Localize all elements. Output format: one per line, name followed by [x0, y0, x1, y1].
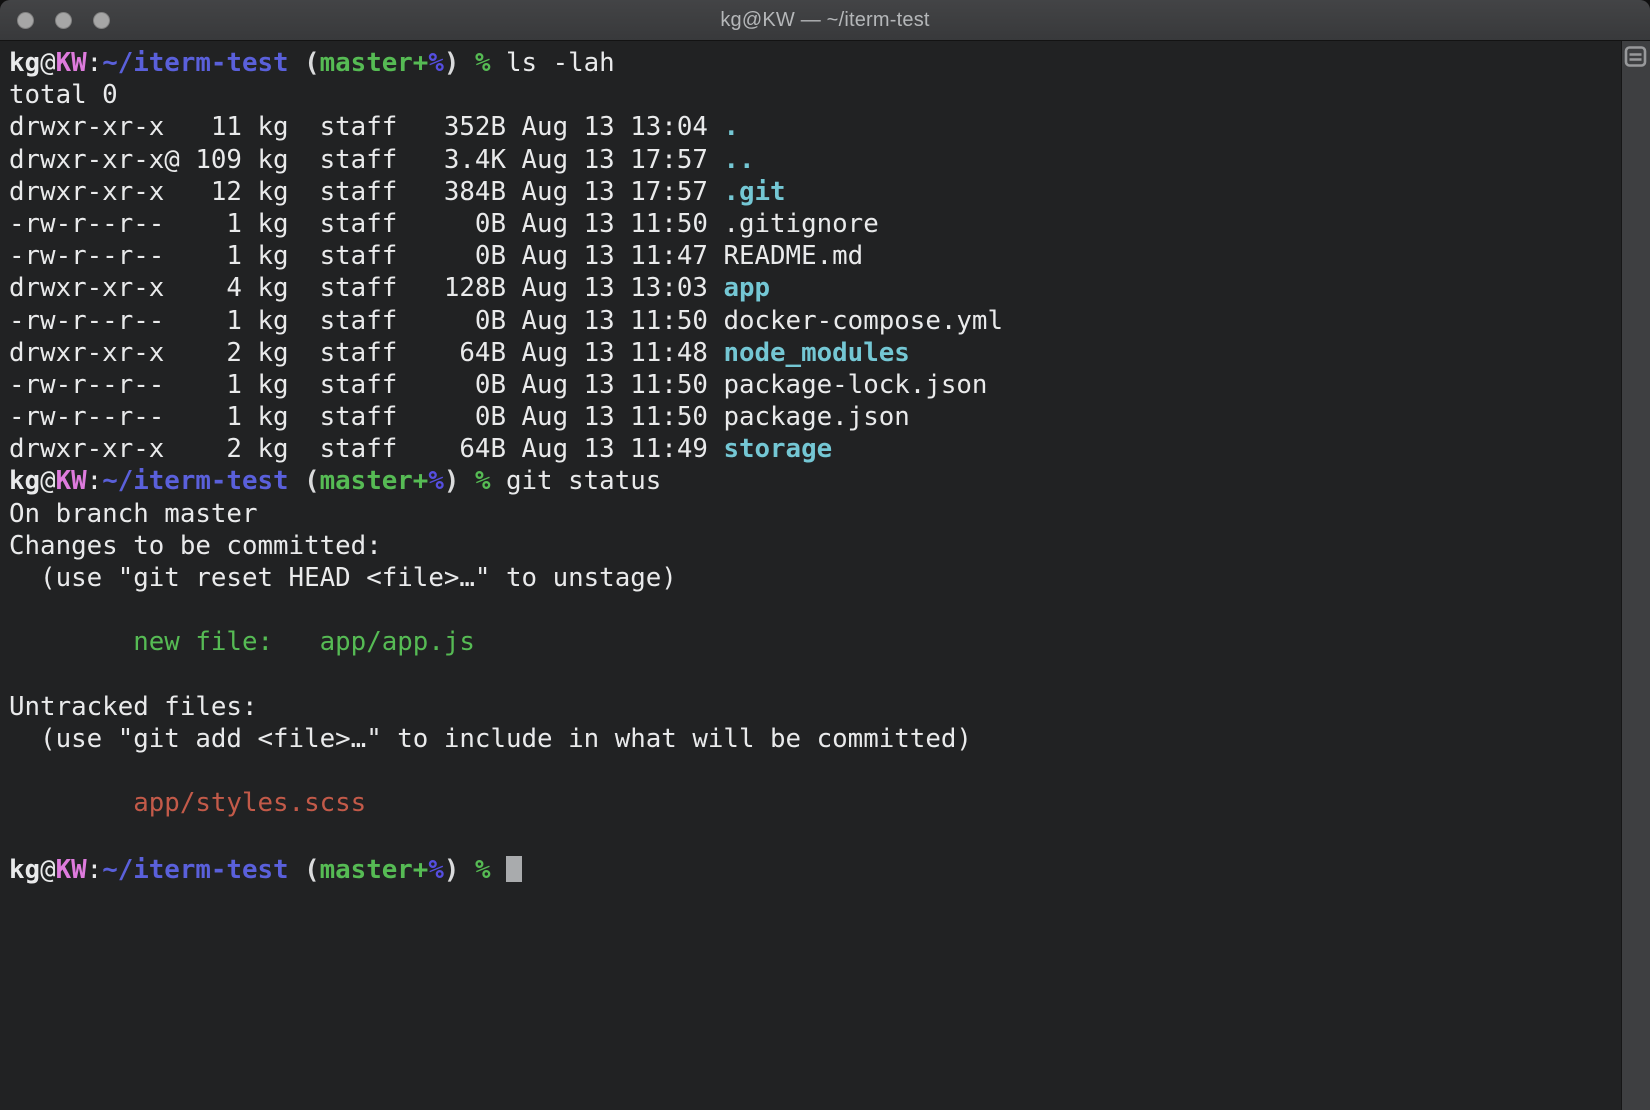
terminal-window: kg@KW — ~/iterm-test kg@KW:~/iterm-test …	[0, 0, 1650, 1110]
blank-line	[9, 755, 1650, 787]
prompt-line: kg@KW:~/iterm-test (master+%) % git stat…	[9, 465, 1650, 497]
ls-row-meta: -rw-r--r-- 1 kg staff 0B Aug 13 11:50	[9, 402, 723, 432]
zoom-button[interactable]	[93, 12, 110, 29]
ls-row: drwxr-xr-x 11 kg staff 352B Aug 13 13:04…	[9, 111, 1650, 143]
prompt-paren-open: (	[289, 855, 320, 885]
ls-row: drwxr-xr-x 12 kg staff 384B Aug 13 17:57…	[9, 176, 1650, 208]
prompt-symbol: %	[475, 48, 506, 78]
ls-row-meta: drwxr-xr-x@ 109 kg staff 3.4K Aug 13 17:…	[9, 145, 723, 175]
window-title: kg@KW — ~/iterm-test	[0, 9, 1650, 32]
ls-row: drwxr-xr-x@ 109 kg staff 3.4K Aug 13 17:…	[9, 144, 1650, 176]
prompt-branch: master+	[320, 855, 429, 885]
prompt-host: KW	[56, 466, 87, 496]
ls-row-name: package.json	[723, 402, 909, 432]
prompt-branch: master+	[320, 48, 429, 78]
ls-row: -rw-r--r-- 1 kg staff 0B Aug 13 11:50 pa…	[9, 401, 1650, 433]
ls-row-meta: -rw-r--r-- 1 kg staff 0B Aug 13 11:50	[9, 370, 723, 400]
ls-total-line: total 0	[9, 79, 1650, 111]
prompt-at: @	[40, 855, 56, 885]
ls-row-meta: drwxr-xr-x 11 kg staff 352B Aug 13 13:04	[9, 112, 723, 142]
prompt-line: kg@KW:~/iterm-test (master+%) %	[9, 852, 1650, 884]
ls-row-name: app	[723, 273, 770, 303]
git-untracked-file: app/styles.scss	[9, 787, 1650, 819]
ls-row: -rw-r--r-- 1 kg staff 0B Aug 13 11:50 do…	[9, 305, 1650, 337]
prompt-paren-close: )	[444, 48, 475, 78]
ls-row-name: .gitignore	[723, 209, 878, 239]
ls-row-name: README.md	[723, 241, 863, 271]
ls-row: drwxr-xr-x 4 kg staff 128B Aug 13 13:03 …	[9, 272, 1650, 304]
ls-row-name: docker-compose.yml	[723, 306, 1003, 336]
prompt-symbol: %	[475, 855, 506, 885]
prompt-at: @	[40, 466, 56, 496]
prompt-colon: :	[87, 466, 103, 496]
prompt-path: ~/iterm-test	[102, 855, 288, 885]
prompt-dirty-flag: %	[428, 48, 444, 78]
ls-row-name: package-lock.json	[723, 370, 987, 400]
prompt-paren-close: )	[444, 855, 475, 885]
ls-row-meta: drwxr-xr-x 4 kg staff 128B Aug 13 13:03	[9, 273, 723, 303]
prompt-host: KW	[56, 48, 87, 78]
scrollbar-track[interactable]	[1621, 41, 1650, 1110]
ls-row-meta: drwxr-xr-x 2 kg staff 64B Aug 13 11:49	[9, 434, 723, 464]
git-unstage-hint: (use "git reset HEAD <file>…" to unstage…	[9, 562, 1650, 594]
prompt-symbol: %	[475, 466, 506, 496]
prompt-branch: master+	[320, 466, 429, 496]
ls-row: drwxr-xr-x 2 kg staff 64B Aug 13 11:48 n…	[9, 337, 1650, 369]
close-button[interactable]	[17, 12, 34, 29]
ls-row-name: node_modules	[723, 338, 909, 368]
git-branch-line: On branch master	[9, 498, 1650, 530]
scrollbar-marks-icon[interactable]	[1624, 45, 1647, 68]
prompt-host: KW	[56, 855, 87, 885]
ls-row-meta: drwxr-xr-x 12 kg staff 384B Aug 13 17:57	[9, 177, 723, 207]
blank-line	[9, 820, 1650, 852]
command-text: git status	[506, 466, 661, 496]
minimize-button[interactable]	[55, 12, 72, 29]
ls-row-meta: -rw-r--r-- 1 kg staff 0B Aug 13 11:50	[9, 209, 723, 239]
prompt-paren-open: (	[289, 48, 320, 78]
git-staged-file: new file: app/app.js	[9, 626, 1650, 658]
git-untracked-header: Untracked files:	[9, 691, 1650, 723]
prompt-user: kg	[9, 466, 40, 496]
terminal-screen[interactable]: kg@KW:~/iterm-test (master+%) % ls -lah …	[0, 41, 1650, 1110]
prompt-user: kg	[9, 48, 40, 78]
prompt-colon: :	[87, 855, 103, 885]
traffic-lights	[17, 0, 110, 40]
command-text: ls -lah	[506, 48, 615, 78]
git-include-hint: (use "git add <file>…" to include in wha…	[9, 723, 1650, 755]
ls-row: drwxr-xr-x 2 kg staff 64B Aug 13 11:49 s…	[9, 433, 1650, 465]
ls-row-name: .git	[723, 177, 785, 207]
text-cursor	[506, 856, 522, 882]
prompt-paren-open: (	[289, 466, 320, 496]
ls-row-meta: -rw-r--r-- 1 kg staff 0B Aug 13 11:50	[9, 306, 723, 336]
ls-row: -rw-r--r-- 1 kg staff 0B Aug 13 11:47 RE…	[9, 240, 1650, 272]
prompt-path: ~/iterm-test	[102, 466, 288, 496]
blank-line	[9, 594, 1650, 626]
prompt-at: @	[40, 48, 56, 78]
ls-row-name: storage	[723, 434, 832, 464]
prompt-dirty-flag: %	[428, 466, 444, 496]
git-changes-header: Changes to be committed:	[9, 530, 1650, 562]
ls-row: -rw-r--r-- 1 kg staff 0B Aug 13 11:50 .g…	[9, 208, 1650, 240]
prompt-colon: :	[87, 48, 103, 78]
prompt-dirty-flag: %	[428, 855, 444, 885]
ls-row: -rw-r--r-- 1 kg staff 0B Aug 13 11:50 pa…	[9, 369, 1650, 401]
ls-row-meta: -rw-r--r-- 1 kg staff 0B Aug 13 11:47	[9, 241, 723, 271]
prompt-path: ~/iterm-test	[102, 48, 288, 78]
blank-line	[9, 659, 1650, 691]
ls-row-name: .	[723, 112, 739, 142]
prompt-paren-close: )	[444, 466, 475, 496]
ls-row-name: ..	[723, 145, 754, 175]
ls-row-meta: drwxr-xr-x 2 kg staff 64B Aug 13 11:48	[9, 338, 723, 368]
titlebar[interactable]: kg@KW — ~/iterm-test	[0, 0, 1650, 41]
prompt-line: kg@KW:~/iterm-test (master+%) % ls -lah	[9, 47, 1650, 79]
prompt-user: kg	[9, 855, 40, 885]
